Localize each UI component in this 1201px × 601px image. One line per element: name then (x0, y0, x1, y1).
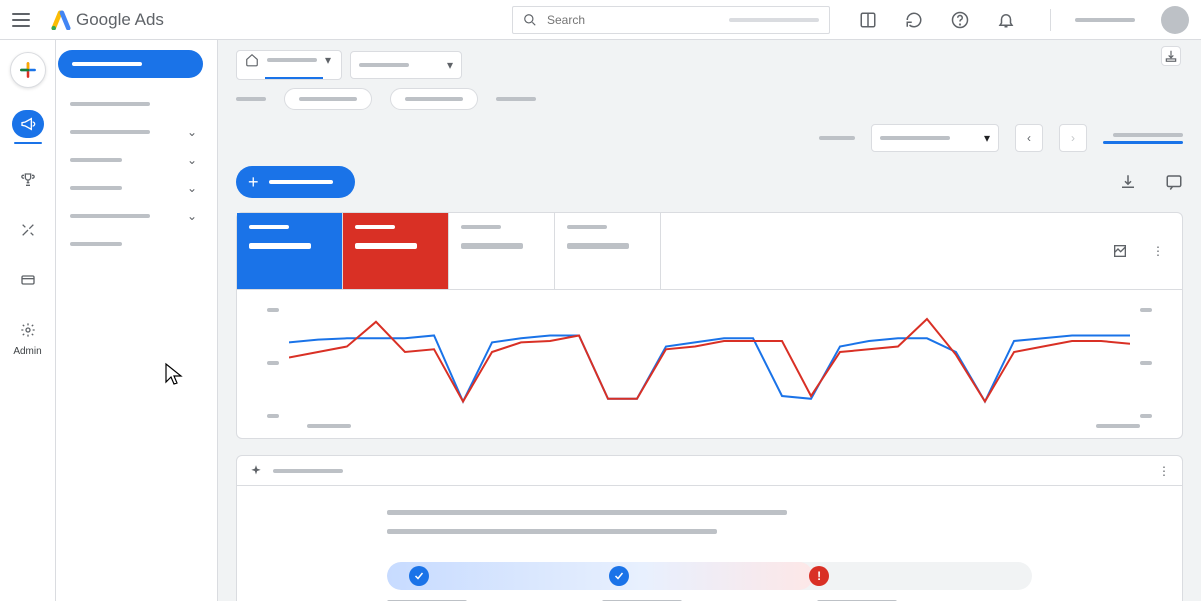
avatar[interactable] (1161, 6, 1189, 34)
card-menu-icon[interactable]: ⋮ (1158, 464, 1170, 478)
sidebar-item-1[interactable] (56, 90, 209, 118)
scorecard-1[interactable] (237, 213, 343, 289)
sparkle-icon (249, 464, 263, 478)
expand-chart-icon[interactable] (1108, 239, 1132, 263)
date-range-select[interactable]: ▾ (871, 124, 999, 152)
setup-progress: ! (387, 562, 1032, 590)
gear-icon (12, 316, 44, 344)
account-name[interactable] (1075, 18, 1135, 22)
setup-title-line-1 (387, 510, 787, 515)
breadcrumb: ▾ ▾ (236, 50, 1183, 80)
refresh-icon[interactable] (904, 10, 924, 30)
breadcrumb-account[interactable]: ▾ (236, 50, 342, 80)
rail-campaigns[interactable] (10, 110, 46, 144)
chevron-down-icon: ⌄ (185, 181, 199, 195)
search-box[interactable] (512, 6, 830, 34)
check-icon (413, 570, 425, 582)
card-menu-icon[interactable]: ⋮ (1146, 239, 1170, 263)
date-toolbar: ▾ ‹ › (236, 124, 1183, 152)
filter-chip-1[interactable] (284, 88, 372, 110)
alert-icon: ! (817, 569, 821, 583)
chevron-down-icon: ▾ (447, 58, 453, 72)
chevron-down-icon: ⌄ (185, 153, 199, 167)
scorecard-3[interactable] (449, 213, 555, 289)
breadcrumb-back[interactable] (236, 97, 266, 101)
download-icon (1119, 173, 1137, 191)
chevron-down-icon: ▾ (984, 131, 990, 145)
filter-row (236, 88, 1183, 110)
chevron-down-icon: ⌄ (185, 209, 199, 223)
y-axis-left (267, 308, 279, 418)
logo-icon (50, 10, 72, 30)
sidebar-item-6[interactable] (56, 230, 209, 258)
feedback-button[interactable] (1165, 173, 1183, 191)
setup-title-line-2 (387, 529, 717, 534)
filter-more[interactable] (496, 97, 536, 101)
compare-label (819, 136, 855, 140)
metrics-card: ⋮ (236, 212, 1183, 439)
action-toolbar: + (236, 166, 1183, 198)
sidebar-item-5[interactable]: ⌄ (56, 202, 209, 230)
sidebar-item-2[interactable]: ⌄ (56, 118, 209, 146)
plus-icon (18, 60, 38, 80)
date-prev[interactable]: ‹ (1015, 124, 1043, 152)
search-icon (523, 13, 537, 27)
home-icon (245, 53, 259, 67)
card-icon (12, 266, 44, 294)
sidebar-active-item[interactable] (58, 50, 203, 78)
sidebar-item-4[interactable]: ⌄ (56, 174, 209, 202)
new-campaign-button[interactable]: + (236, 166, 355, 198)
rail-billing[interactable] (10, 266, 46, 294)
header-actions (858, 10, 1016, 30)
scorecard-2[interactable] (343, 213, 449, 289)
chevron-down-icon: ⌄ (185, 125, 199, 139)
scorecards: ⋮ (237, 213, 1182, 290)
card-title (273, 469, 343, 473)
chevron-down-icon: ▾ (325, 53, 331, 67)
tools-icon (12, 216, 44, 244)
help-icon[interactable] (950, 10, 970, 30)
main: ▾ ▾ (218, 40, 1201, 601)
date-next[interactable]: › (1059, 124, 1087, 152)
scorecard-4[interactable] (555, 213, 661, 289)
breadcrumb-campaigns[interactable]: ▾ (350, 51, 462, 79)
feedback-icon (1165, 173, 1183, 191)
app-header: Google Ads (0, 0, 1201, 40)
rail-admin-label: Admin (13, 346, 41, 357)
megaphone-icon (12, 110, 44, 138)
chart-plot (289, 308, 1130, 418)
step-1-dot[interactable] (409, 566, 429, 586)
rail-goals[interactable] (10, 166, 46, 194)
logo-text: Google Ads (76, 10, 164, 30)
left-rail: Admin (0, 40, 56, 601)
filter-chip-2[interactable] (390, 88, 478, 110)
setup-card: ⋮ ! (236, 455, 1183, 601)
check-icon (613, 570, 625, 582)
y-axis-right (1140, 308, 1152, 418)
x-axis-end (1096, 424, 1140, 428)
trophy-icon (12, 166, 44, 194)
plus-icon: + (248, 173, 259, 191)
download-button[interactable] (1119, 173, 1137, 191)
notifications-icon[interactable] (996, 10, 1016, 30)
export-icon[interactable] (1161, 46, 1181, 66)
menu-icon[interactable] (12, 13, 30, 27)
step-2-dot[interactable] (609, 566, 629, 586)
rail-admin[interactable]: Admin (10, 316, 46, 357)
sidebar: ⌄ ⌄ ⌄ ⌄ (56, 40, 218, 601)
sidebar-item-3[interactable]: ⌄ (56, 146, 209, 174)
search-input[interactable] (545, 12, 721, 28)
rail-tools[interactable] (10, 216, 46, 244)
create-button[interactable] (10, 52, 46, 88)
appearance-icon[interactable] (858, 10, 878, 30)
step-3-dot[interactable]: ! (809, 566, 829, 586)
x-axis-start (307, 424, 351, 428)
logo[interactable]: Google Ads (50, 10, 164, 30)
